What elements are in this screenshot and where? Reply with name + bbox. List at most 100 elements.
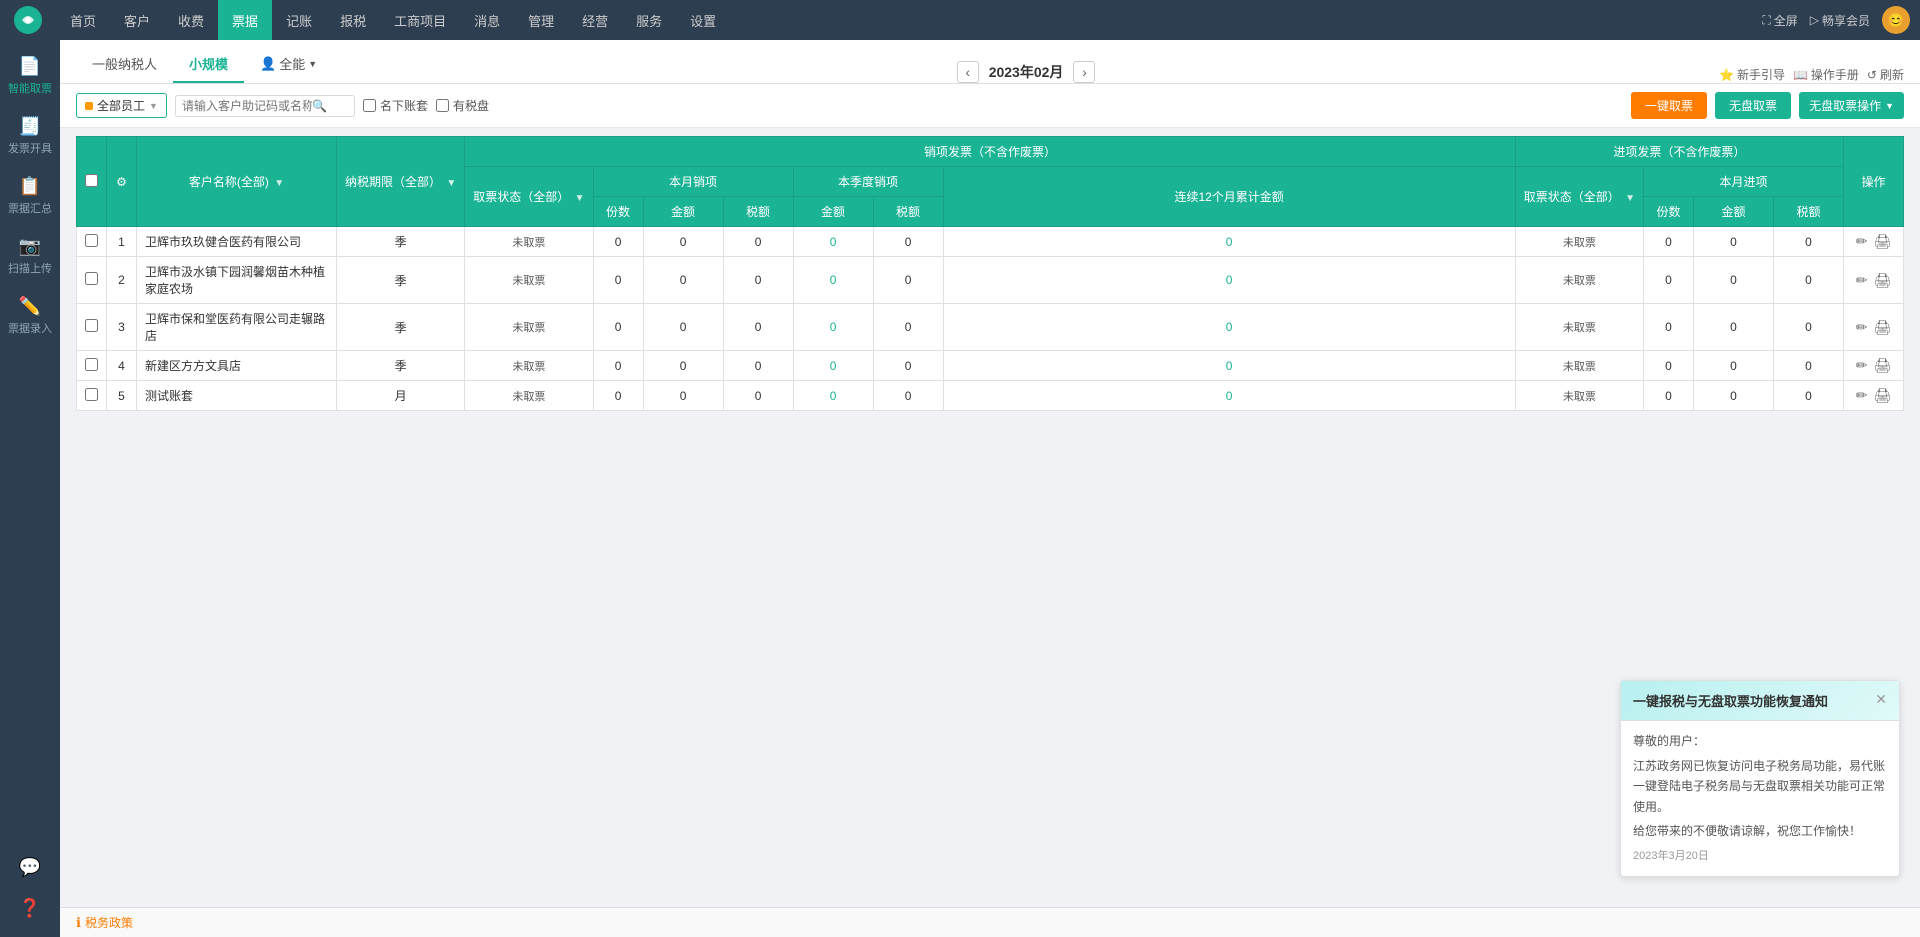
edit-icon[interactable]: ✏	[1856, 387, 1868, 404]
table-row: 5 测试账套 月 未取票 0 0 0 0 0 0 未取票 0 0 0 ✏ 🖨	[77, 381, 1904, 411]
smart-invoice-icon: 📄	[19, 56, 41, 77]
tab-general-taxpayer[interactable]: 一般纳税人	[76, 46, 173, 83]
row-purchase-status: 未取票	[1515, 351, 1643, 381]
one-click-fetch-btn[interactable]: 一键取票	[1631, 92, 1707, 119]
sidebar-item-chat[interactable]: 💬	[2, 849, 58, 886]
tab-all-capable[interactable]: 👤 全能 ▼	[244, 46, 333, 83]
summary-icon: 📋	[19, 176, 41, 197]
refresh-btn[interactable]: ↺ 刷新	[1867, 66, 1904, 83]
accumulated-link[interactable]: 0	[1226, 235, 1233, 249]
row-sales-amount: 0	[643, 351, 723, 381]
client-filter-icon[interactable]: ▼	[274, 178, 284, 189]
sidebar-item-help[interactable]: ❓	[2, 890, 58, 927]
period-next-btn[interactable]: ›	[1073, 61, 1095, 83]
th-operation: 操作	[1844, 137, 1904, 227]
sidebar-item-scan[interactable]: 📷 扫描上传	[2, 228, 58, 284]
quarter-amount-link[interactable]: 0	[830, 320, 837, 334]
row-checkbox[interactable]	[85, 319, 98, 332]
th-settings: ⚙	[107, 137, 137, 227]
select-all-checkbox[interactable]	[85, 174, 98, 187]
nav-business[interactable]: 工商项目	[380, 0, 460, 40]
quarter-amount-link[interactable]: 0	[830, 235, 837, 249]
tax-disk-filter[interactable]: 有税盘	[436, 97, 489, 114]
employee-filter[interactable]: 全部员工 ▼	[76, 93, 167, 118]
row-num: 1	[107, 227, 137, 257]
logo	[10, 2, 46, 38]
popup-close-btn[interactable]: ✕	[1875, 691, 1887, 708]
nav-tax[interactable]: 报税	[326, 0, 380, 40]
row-period: 月	[337, 381, 465, 411]
row-checkbox-cell	[77, 304, 107, 351]
sidebar-item-summary[interactable]: 📋 票据汇总	[2, 168, 58, 224]
nav-home[interactable]: 首页	[56, 0, 110, 40]
edit-icon[interactable]: ✏	[1856, 233, 1868, 250]
accumulated-link[interactable]: 0	[1226, 273, 1233, 287]
row-quarter-amount: 0	[793, 381, 873, 411]
row-accumulated: 0	[943, 381, 1515, 411]
edit-icon[interactable]: ✏	[1856, 357, 1868, 374]
edit-icon[interactable]: ✏	[1856, 272, 1868, 289]
purchase-status-filter-icon[interactable]: ▼	[1625, 193, 1635, 204]
diskless-operations-btn[interactable]: 无盘取票操作 ▼	[1799, 92, 1904, 119]
my-accounts-checkbox[interactable]	[363, 99, 376, 112]
nav-accounting[interactable]: 记账	[272, 0, 326, 40]
row-checkbox-cell	[77, 227, 107, 257]
th-current-quarter: 本季度销项	[793, 167, 943, 197]
diskless-fetch-btn[interactable]: 无盘取票	[1715, 92, 1791, 119]
nav-invoice[interactable]: 票据	[218, 0, 272, 40]
nav-operation[interactable]: 经营	[568, 0, 622, 40]
th-current-month-in: 本月进项	[1644, 167, 1844, 197]
tax-disk-checkbox[interactable]	[436, 99, 449, 112]
accumulated-link[interactable]: 0	[1226, 389, 1233, 403]
accumulated-link[interactable]: 0	[1226, 359, 1233, 373]
detail-icon[interactable]: 🖨	[1873, 272, 1891, 289]
sidebar-item-entry[interactable]: ✏️ 票据录入	[2, 288, 58, 344]
nav-service[interactable]: 服务	[622, 0, 676, 40]
sidebar-item-smart-invoice[interactable]: 📄 智能取票	[2, 48, 58, 104]
detail-icon[interactable]: 🖨	[1873, 387, 1891, 404]
nav-admin[interactable]: 管理	[514, 0, 568, 40]
nav-message[interactable]: 消息	[460, 0, 514, 40]
row-sales-shares: 0	[593, 304, 643, 351]
quarter-amount-link[interactable]: 0	[830, 389, 837, 403]
th-quarter-amount: 金额	[793, 197, 873, 227]
detail-icon[interactable]: 🖨	[1873, 233, 1891, 250]
nav-billing[interactable]: 收费	[164, 0, 218, 40]
guide-btn[interactable]: ⭐ 新手引导	[1719, 66, 1785, 83]
manual-btn[interactable]: 📖 操作手册	[1793, 66, 1859, 83]
period-prev-btn[interactable]: ‹	[957, 61, 979, 83]
dropdown-arrow-icon: ▼	[1885, 101, 1894, 111]
detail-icon[interactable]: 🖨	[1873, 319, 1891, 336]
tax-policy-link[interactable]: 税务政策	[85, 914, 133, 931]
row-checkbox[interactable]	[85, 358, 98, 371]
row-checkbox[interactable]	[85, 234, 98, 247]
row-client-name: 测试账套	[137, 381, 337, 411]
search-icon[interactable]: 🔍	[312, 99, 327, 113]
quarter-amount-link[interactable]: 0	[830, 273, 837, 287]
invoice-table: ⚙ 客户名称(全部) ▼ 纳税期限（全部） ▼ 销项发票（不含作废票） 进项发票…	[76, 136, 1904, 411]
row-sales-shares: 0	[593, 351, 643, 381]
period-filter-icon[interactable]: ▼	[446, 178, 456, 189]
search-input[interactable]	[182, 99, 312, 113]
my-accounts-filter[interactable]: 名下账套	[363, 97, 428, 114]
quarter-amount-link[interactable]: 0	[830, 359, 837, 373]
accumulated-link[interactable]: 0	[1226, 320, 1233, 334]
row-checkbox[interactable]	[85, 272, 98, 285]
sidebar-item-issue-invoice[interactable]: 🧾 发票开具	[2, 108, 58, 164]
user-avatar[interactable]: 😊	[1882, 6, 1910, 34]
tab-small-scale[interactable]: 小规模	[173, 46, 244, 83]
row-purchase-shares: 0	[1644, 257, 1694, 304]
edit-icon[interactable]: ✏	[1856, 319, 1868, 336]
member-btn[interactable]: ▷ 畅享会员	[1810, 12, 1870, 29]
nav-clients[interactable]: 客户	[110, 0, 164, 40]
nav-settings[interactable]: 设置	[676, 0, 730, 40]
table-row: 3 卫辉市保和堂医药有限公司走辗路店 季 未取票 0 0 0 0 0 0 未取票…	[77, 304, 1904, 351]
row-sales-amount: 0	[643, 257, 723, 304]
row-checkbox[interactable]	[85, 388, 98, 401]
sales-status-filter-icon[interactable]: ▼	[575, 193, 585, 204]
row-purchase-tax: 0	[1774, 257, 1844, 304]
fullscreen-btn[interactable]: ⛶ 全屏	[1762, 12, 1797, 29]
row-sales-tax: 0	[723, 257, 793, 304]
detail-icon[interactable]: 🖨	[1873, 357, 1891, 374]
sidebar-label-0: 智能取票	[8, 80, 52, 96]
